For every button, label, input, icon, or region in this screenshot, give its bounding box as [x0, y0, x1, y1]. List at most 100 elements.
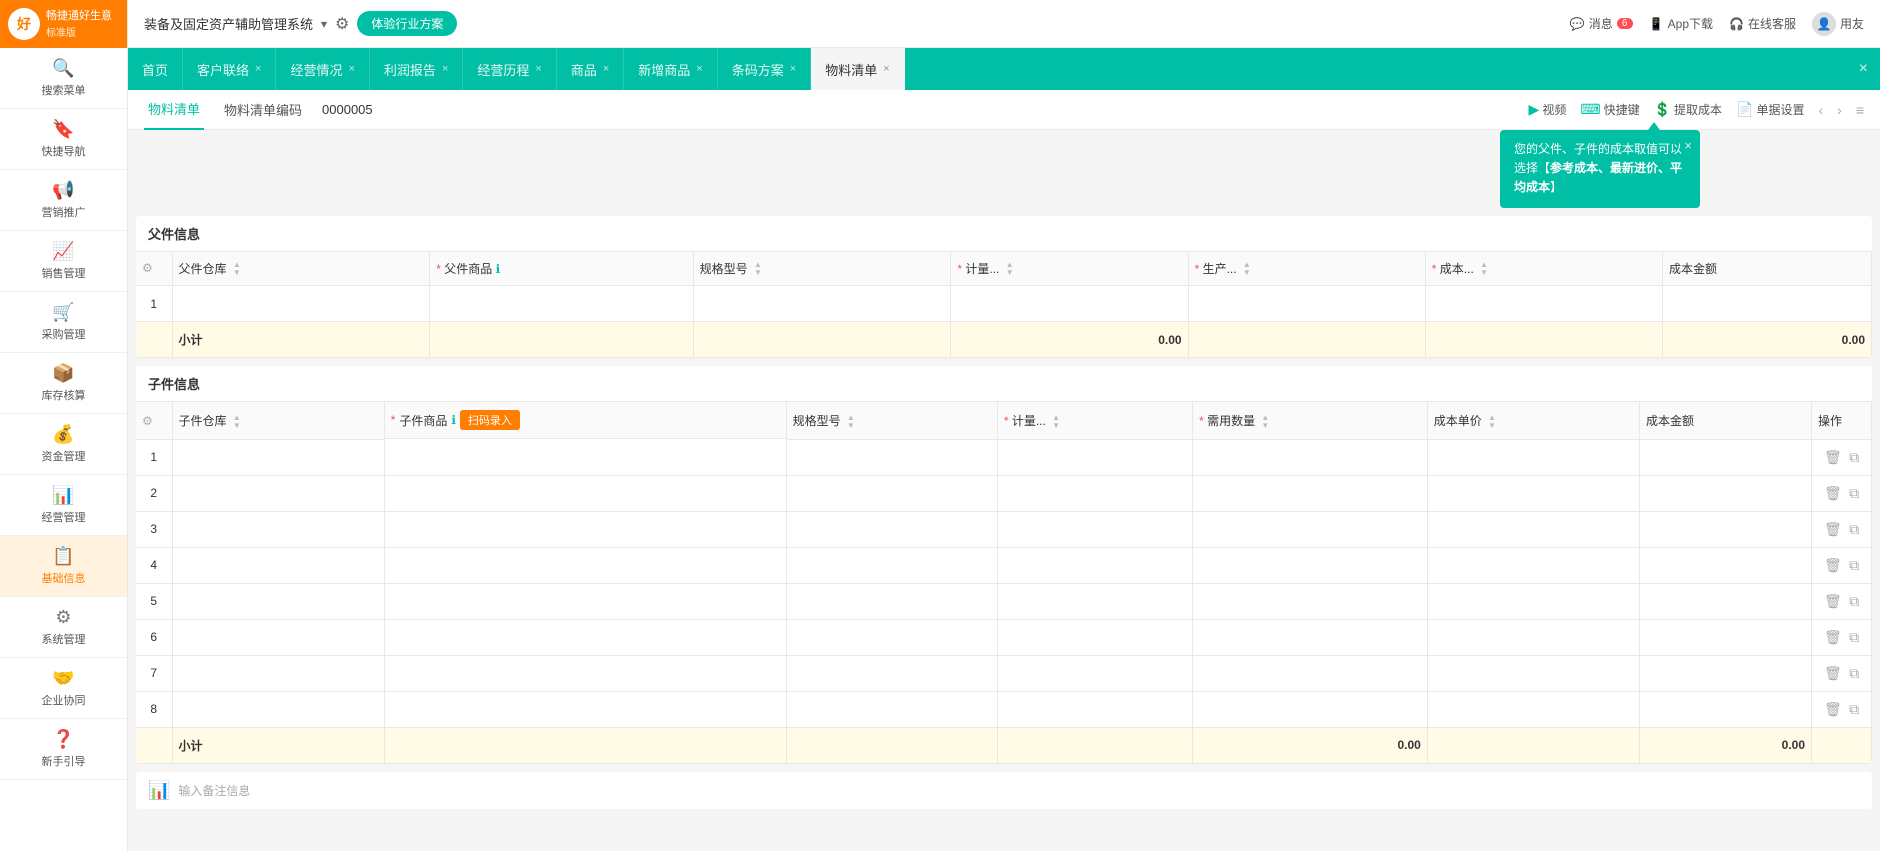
delete-icon-8[interactable]: 🗑 — [1824, 701, 1842, 717]
child-th-settings[interactable]: ⚙ — [136, 402, 172, 439]
nav-prev-arrow[interactable]: ‹ — [1818, 102, 1823, 118]
nav-tab-2[interactable]: 经营情况× — [276, 48, 369, 90]
copy-icon-2[interactable]: ⧉ — [1849, 485, 1859, 501]
message-button[interactable]: 💬 消息 6 — [1570, 15, 1633, 32]
child-cell-unit-2[interactable] — [997, 475, 1192, 511]
child-cell-unit-cost-8[interactable] — [1427, 691, 1639, 727]
child-cell-unit-8[interactable] — [997, 691, 1192, 727]
delete-icon-4[interactable]: 🗑 — [1824, 557, 1842, 573]
sidebar-item-销售管理[interactable]: 📈 销售管理 — [0, 231, 127, 292]
parent-cell-warehouse-1[interactable] — [172, 286, 430, 322]
child-cell-warehouse-2[interactable] — [172, 475, 384, 511]
child-cell-product-3[interactable] — [384, 511, 786, 547]
copy-icon-5[interactable]: ⧉ — [1849, 593, 1859, 609]
settings-gear-icon[interactable]: ⚙ — [335, 14, 349, 34]
nav-tab-close-1[interactable]: × — [255, 63, 261, 75]
child-cell-warehouse-3[interactable] — [172, 511, 384, 547]
nav-tab-3[interactable]: 利润报告× — [370, 48, 463, 90]
sub-nav-wuliaocode[interactable]: 物料清单编码 — [220, 90, 306, 130]
child-cell-warehouse-7[interactable] — [172, 655, 384, 691]
copy-icon-3[interactable]: ⧉ — [1849, 521, 1859, 537]
sub-nav-wuliaoqingdan[interactable]: 物料清单 — [144, 90, 204, 130]
nav-tab-close-3[interactable]: × — [442, 63, 448, 75]
child-cell-spec-8[interactable] — [787, 691, 998, 727]
parent-cell-cost-1[interactable] — [1425, 286, 1662, 322]
child-cell-product-7[interactable] — [384, 655, 786, 691]
nav-menu-icon[interactable]: ≡ — [1856, 102, 1864, 118]
document-settings-button[interactable]: 📄 单据设置 — [1736, 101, 1804, 118]
sidebar-item-系统管理[interactable]: ⚙ 系统管理 — [0, 597, 127, 658]
child-cell-unit-cost-5[interactable] — [1427, 583, 1639, 619]
sidebar-item-经营管理[interactable]: 📊 经营管理 — [0, 475, 127, 536]
child-cell-qty-1[interactable] — [1193, 439, 1428, 475]
child-cell-product-8[interactable] — [384, 691, 786, 727]
child-cell-warehouse-8[interactable] — [172, 691, 384, 727]
trial-button[interactable]: 体验行业方案 — [357, 11, 457, 36]
nav-close-all-button[interactable]: × — [1847, 60, 1880, 78]
sidebar-item-采购管理[interactable]: 🛒 采购管理 — [0, 292, 127, 353]
child-cell-product-6[interactable] — [384, 619, 786, 655]
parent-cell-unit-1[interactable] — [951, 286, 1188, 322]
child-cell-unit-4[interactable] — [997, 547, 1192, 583]
child-cell-product-1[interactable] — [384, 439, 786, 475]
delete-icon-3[interactable]: 🗑 — [1824, 521, 1842, 537]
nav-tab-0[interactable]: 首页 — [128, 48, 183, 90]
sidebar-item-基础信息[interactable]: 📋 基础信息 — [0, 536, 127, 597]
child-cell-spec-3[interactable] — [787, 511, 998, 547]
scan-input-button[interactable]: 扫码录入 — [460, 410, 520, 430]
nav-tab-close-2[interactable]: × — [348, 63, 354, 75]
nav-tab-close-6[interactable]: × — [696, 63, 702, 75]
child-cell-unit-3[interactable] — [997, 511, 1192, 547]
child-cell-qty-2[interactable] — [1193, 475, 1428, 511]
delete-icon-6[interactable]: 🗑 — [1824, 629, 1842, 645]
child-cell-unit-cost-7[interactable] — [1427, 655, 1639, 691]
delete-icon-2[interactable]: 🗑 — [1824, 485, 1842, 501]
shortcut-button[interactable]: ⌨ 快捷键 — [1580, 101, 1639, 118]
child-cell-unit-1[interactable] — [997, 439, 1192, 475]
child-cell-unit-cost-2[interactable] — [1427, 475, 1639, 511]
copy-icon-8[interactable]: ⧉ — [1849, 701, 1859, 717]
child-cell-spec-2[interactable] — [787, 475, 998, 511]
delete-icon-7[interactable]: 🗑 — [1824, 665, 1842, 681]
child-cell-spec-1[interactable] — [787, 439, 998, 475]
bottom-placeholder[interactable]: 输入备注信息 — [178, 782, 250, 799]
copy-icon-4[interactable]: ⧉ — [1849, 557, 1859, 573]
child-cell-product-4[interactable] — [384, 547, 786, 583]
copy-icon-7[interactable]: ⧉ — [1849, 665, 1859, 681]
child-cell-product-5[interactable] — [384, 583, 786, 619]
user-avatar-button[interactable]: 👤 用友 — [1812, 12, 1864, 36]
parent-cell-spec-1[interactable] — [693, 286, 951, 322]
nav-next-arrow[interactable]: › — [1837, 102, 1842, 118]
child-cell-warehouse-5[interactable] — [172, 583, 384, 619]
delete-icon-1[interactable]: 🗑 — [1824, 449, 1842, 465]
sidebar-item-资金管理[interactable]: 💰 资金管理 — [0, 414, 127, 475]
child-cell-qty-4[interactable] — [1193, 547, 1428, 583]
delete-icon-5[interactable]: 🗑 — [1824, 593, 1842, 609]
child-cell-unit-5[interactable] — [997, 583, 1192, 619]
sidebar-item-新手引导[interactable]: ❓ 新手引导 — [0, 719, 127, 780]
nav-tab-8[interactable]: 物料清单× — [811, 48, 904, 90]
child-cell-spec-7[interactable] — [787, 655, 998, 691]
copy-icon-6[interactable]: ⧉ — [1849, 629, 1859, 645]
child-cell-unit-6[interactable] — [997, 619, 1192, 655]
child-cell-unit-cost-3[interactable] — [1427, 511, 1639, 547]
nav-tab-7[interactable]: 条码方案× — [718, 48, 811, 90]
child-cell-qty-6[interactable] — [1193, 619, 1428, 655]
extract-cost-button[interactable]: 💲 提取成本 — [1654, 101, 1722, 118]
child-cell-qty-8[interactable] — [1193, 691, 1428, 727]
parent-cell-produce-1[interactable] — [1188, 286, 1425, 322]
nav-tab-close-5[interactable]: × — [603, 63, 609, 75]
child-cell-qty-3[interactable] — [1193, 511, 1428, 547]
child-cell-warehouse-6[interactable] — [172, 619, 384, 655]
nav-tab-4[interactable]: 经营历程× — [463, 48, 556, 90]
tooltip-close-button[interactable]: × — [1684, 136, 1692, 157]
sidebar-item-快捷导航[interactable]: 🔖 快捷导航 — [0, 109, 127, 170]
sidebar-item-企业协同[interactable]: 🤝 企业协同 — [0, 658, 127, 719]
nav-tab-close-8[interactable]: × — [883, 63, 889, 75]
child-cell-qty-5[interactable] — [1193, 583, 1428, 619]
system-dropdown-icon[interactable]: ▾ — [321, 17, 327, 31]
nav-tab-close-4[interactable]: × — [535, 63, 541, 75]
child-cell-spec-4[interactable] — [787, 547, 998, 583]
online-service-button[interactable]: 🎧 在线客服 — [1729, 15, 1796, 32]
parent-th-settings[interactable]: ⚙ — [136, 252, 172, 286]
